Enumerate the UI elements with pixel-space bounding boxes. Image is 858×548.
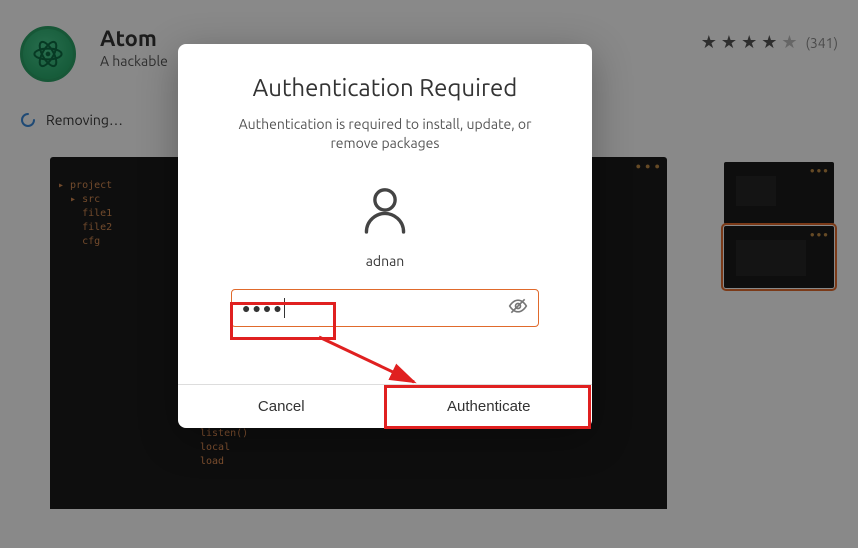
auth-dialog: Authentication Required Authentication i…: [178, 44, 592, 428]
password-dots: ●●●●: [242, 300, 284, 316]
dialog-title: Authentication Required: [253, 74, 518, 101]
dialog-button-row: Cancel Authenticate: [178, 384, 592, 428]
text-cursor: [284, 298, 285, 318]
password-input[interactable]: ●●●●: [231, 289, 539, 327]
show-password-icon[interactable]: [508, 296, 528, 320]
dialog-username: adnan: [366, 253, 405, 269]
cancel-button[interactable]: Cancel: [178, 385, 386, 428]
dialog-message: Authentication is required to install, u…: [225, 115, 545, 153]
authenticate-button[interactable]: Authenticate: [386, 385, 593, 428]
user-icon: [358, 183, 412, 241]
app-window: Atom A hackable ★ ★ ★ ★ ★ (341) Removing…: [0, 0, 858, 548]
